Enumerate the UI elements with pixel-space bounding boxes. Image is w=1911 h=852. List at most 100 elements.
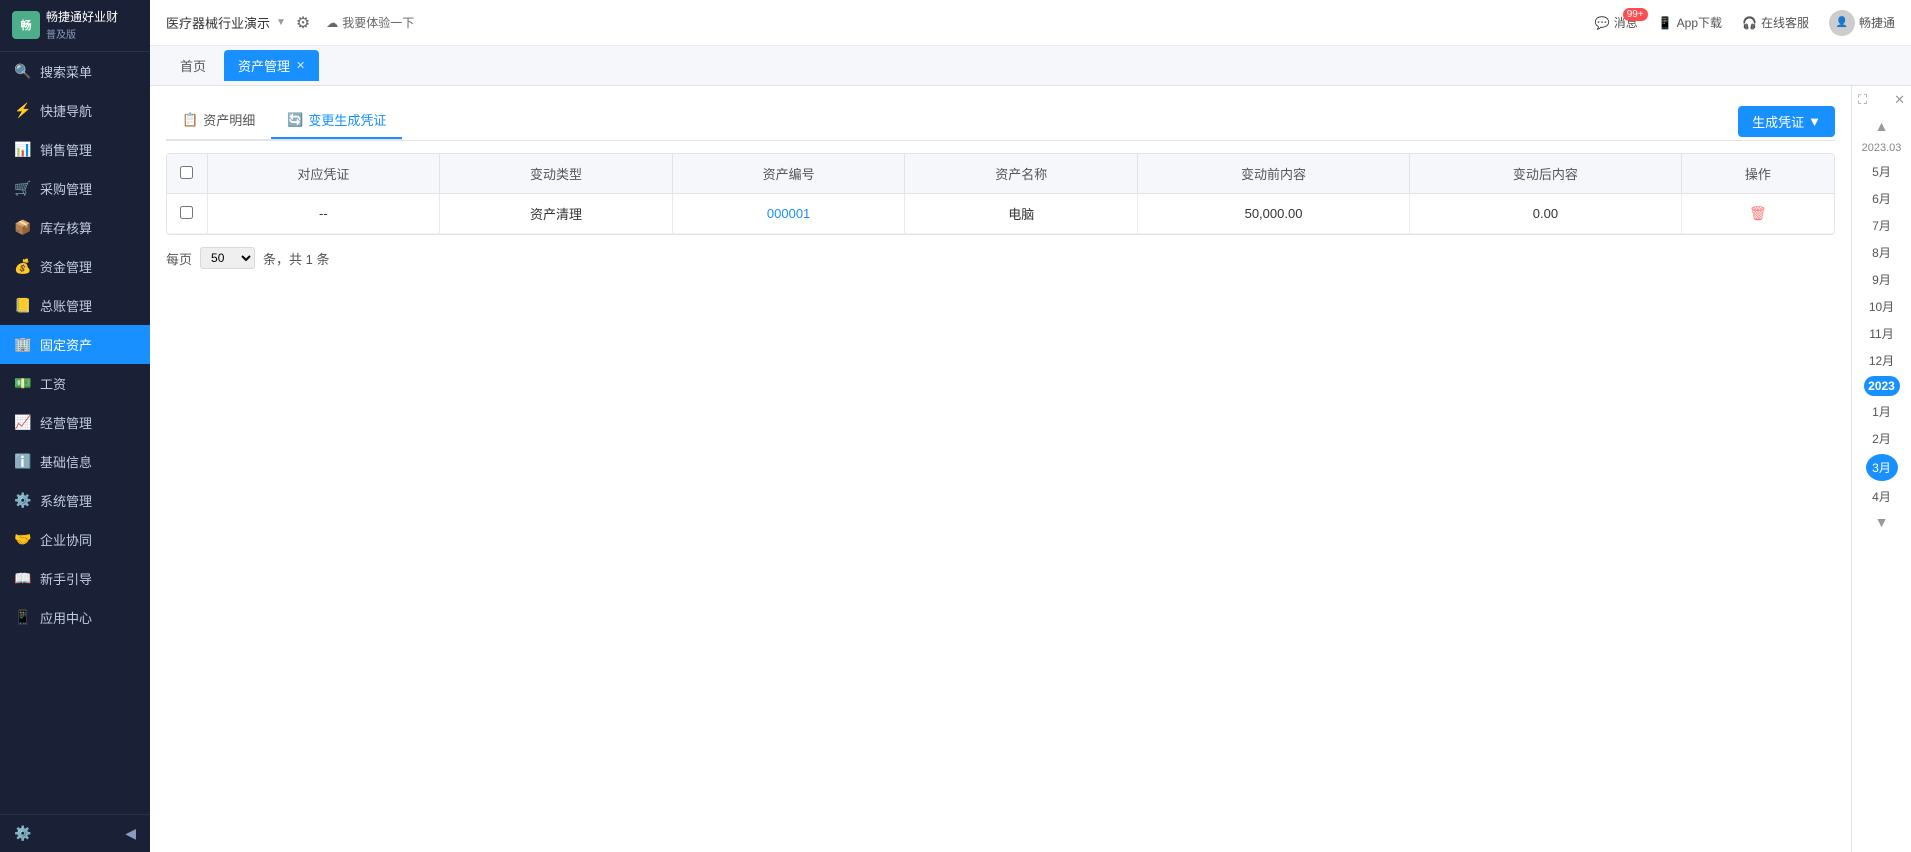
tab-home-label: 首页 bbox=[180, 56, 206, 75]
company-selector[interactable]: 医疗器械行业演示 ▼ bbox=[166, 13, 286, 32]
avatar: 👤 bbox=[1829, 10, 1855, 36]
online-support-button[interactable]: 🎧 在线客服 bbox=[1742, 14, 1809, 31]
sidebar-item-system[interactable]: ⚙️ 系统管理 bbox=[0, 481, 150, 520]
sidebar-item-ledger[interactable]: 📒 总账管理 bbox=[0, 286, 150, 325]
settings-bottom-icon[interactable]: ⚙️ bbox=[14, 825, 31, 842]
date-nav-up[interactable]: ▲ bbox=[1871, 114, 1893, 138]
quick-nav-icon: ⚡ bbox=[14, 102, 32, 119]
sidebar-item-label: 采购管理 bbox=[40, 179, 92, 198]
sidebar-item-label: 系统管理 bbox=[40, 491, 92, 510]
sidebar-item-label: 总账管理 bbox=[40, 296, 92, 315]
date-month-7[interactable]: 7月 bbox=[1852, 212, 1911, 239]
ledger-icon: 📒 bbox=[14, 297, 32, 314]
sidebar-item-management[interactable]: 📈 经营管理 bbox=[0, 403, 150, 442]
date-sidebar-expand-icon[interactable]: ⛶ bbox=[1858, 92, 1867, 108]
messages-badge: 99+ bbox=[1623, 8, 1648, 21]
sidebar-item-quick-nav[interactable]: ⚡ 快捷导航 bbox=[0, 91, 150, 130]
date-sidebar-close-icon[interactable]: ✕ bbox=[1894, 92, 1905, 108]
date-month-5[interactable]: 5月 bbox=[1852, 158, 1911, 185]
row-checkbox-cell bbox=[167, 194, 207, 234]
sidebar-item-payroll[interactable]: 💵 工资 bbox=[0, 364, 150, 403]
app-download-button[interactable]: 📱 App下载 bbox=[1658, 14, 1722, 31]
table-row: -- 资产清理 000001 电脑 50,000.00 0.00 🗑 bbox=[167, 194, 1834, 234]
sidebar-item-fund[interactable]: 💰 资金管理 bbox=[0, 247, 150, 286]
messages-button[interactable]: 💬 消息 99+ bbox=[1595, 14, 1638, 31]
date-month-3[interactable]: 3月 bbox=[1866, 454, 1898, 481]
row-checkbox[interactable] bbox=[180, 206, 193, 219]
date-year-2023[interactable]: 2023 bbox=[1864, 376, 1900, 396]
tab-bar: 首页 资产管理 ✕ bbox=[150, 46, 1911, 86]
sidebar: 畅 畅捷通好业财 普及版 🔍 搜索菜单 ⚡ 快捷导航 📊 销售管理 🛒 采购管理… bbox=[0, 0, 150, 852]
experience-label: 我要体验一下 bbox=[342, 14, 414, 31]
user-profile[interactable]: 👤 畅捷通 bbox=[1829, 10, 1895, 36]
tab-asset-label: 资产管理 bbox=[238, 56, 290, 75]
asset-table: 对应凭证 变动类型 资产编号 资产名称 变动前内容 变动后内容 操作 bbox=[167, 154, 1834, 234]
tab-close-icon[interactable]: ✕ bbox=[296, 59, 305, 72]
date-month-6[interactable]: 6月 bbox=[1852, 185, 1911, 212]
generate-voucher-button[interactable]: 生成凭证 ▼ bbox=[1738, 106, 1835, 137]
delete-icon[interactable]: 🗑 bbox=[1749, 205, 1767, 221]
message-icon: 💬 bbox=[1595, 16, 1610, 30]
cell-action: 🗑 bbox=[1681, 194, 1834, 234]
basic-info-icon: ℹ️ bbox=[14, 453, 32, 470]
date-month-9[interactable]: 9月 bbox=[1852, 266, 1911, 293]
date-sidebar: ⛶ ✕ ▲ 2023.03 5月 6月 7月 8月 9月 10月 11月 12月… bbox=[1851, 86, 1911, 852]
header-checkbox-cell bbox=[167, 154, 207, 194]
sidebar-item-enterprise[interactable]: 🤝 企业协同 bbox=[0, 520, 150, 559]
sub-tabs: 📋 资产明细 🔄 变更生成凭证 bbox=[166, 102, 402, 140]
sidebar-item-guide[interactable]: 📖 新手引导 bbox=[0, 559, 150, 598]
cell-change-type: 资产清理 bbox=[440, 194, 673, 234]
date-month-1[interactable]: 1月 bbox=[1852, 398, 1911, 425]
sidebar-item-purchase[interactable]: 🛒 采购管理 bbox=[0, 169, 150, 208]
management-icon: 📈 bbox=[14, 414, 32, 431]
date-month-10[interactable]: 10月 bbox=[1852, 293, 1911, 320]
sub-tab-change-voucher-label: 变更生成凭证 bbox=[308, 110, 386, 129]
sidebar-item-search[interactable]: 🔍 搜索菜单 bbox=[0, 52, 150, 91]
sidebar-item-label: 企业协同 bbox=[40, 530, 92, 549]
sales-icon: 📊 bbox=[14, 141, 32, 158]
date-month-11[interactable]: 11月 bbox=[1852, 320, 1911, 347]
header-asset-code: 资产编号 bbox=[672, 154, 905, 194]
header-before-change: 变动前内容 bbox=[1138, 154, 1410, 194]
sub-tab-change-voucher[interactable]: 🔄 变更生成凭证 bbox=[271, 102, 402, 139]
per-page-select[interactable]: 50 10 20 100 bbox=[200, 247, 255, 269]
date-header: ▲ bbox=[1871, 114, 1893, 138]
select-all-checkbox[interactable] bbox=[180, 166, 193, 179]
experience-button[interactable]: ☁ 我要体验一下 bbox=[326, 14, 414, 31]
sidebar-item-inventory[interactable]: 📦 库存核算 bbox=[0, 208, 150, 247]
header-settings-icon[interactable]: ⚙ bbox=[296, 13, 310, 33]
sidebar-item-basic-info[interactable]: ℹ️ 基础信息 bbox=[0, 442, 150, 481]
content-area: 📋 资产明细 🔄 变更生成凭证 生成凭证 ▼ bbox=[150, 86, 1911, 852]
search-nav-icon: 🔍 bbox=[14, 63, 32, 80]
header-after-change: 变动后内容 bbox=[1409, 154, 1681, 194]
cell-asset-name: 电脑 bbox=[905, 194, 1138, 234]
enterprise-icon: 🤝 bbox=[14, 531, 32, 548]
sidebar-item-label: 库存核算 bbox=[40, 218, 92, 237]
header-voucher: 对应凭证 bbox=[207, 154, 440, 194]
date-month-2[interactable]: 2月 bbox=[1852, 425, 1911, 452]
pagination: 每页 50 10 20 100 条，共 1 条 bbox=[166, 235, 1835, 273]
sidebar-item-app-center[interactable]: 📱 应用中心 bbox=[0, 598, 150, 637]
date-month-4[interactable]: 4月 bbox=[1852, 483, 1911, 510]
sub-tab-asset-detail[interactable]: 📋 资产明细 bbox=[166, 102, 271, 139]
logo-title: 畅捷通好业财 bbox=[46, 10, 118, 26]
sidebar-item-label: 资金管理 bbox=[40, 257, 92, 276]
sidebar-item-sales[interactable]: 📊 销售管理 bbox=[0, 130, 150, 169]
collapse-icon[interactable]: ◀ bbox=[125, 825, 136, 842]
tab-asset-management[interactable]: 资产管理 ✕ bbox=[224, 50, 319, 81]
date-month-8[interactable]: 8月 bbox=[1852, 239, 1911, 266]
header-change-type: 变动类型 bbox=[440, 154, 673, 194]
generate-voucher-label: 生成凭证 bbox=[1752, 112, 1804, 131]
main-content: 医疗器械行业演示 ▼ ⚙ ☁ 我要体验一下 💬 消息 99+ 📱 App下载 🎧… bbox=[150, 0, 1911, 852]
cell-asset-code[interactable]: 000001 bbox=[672, 194, 905, 234]
total-count-label: 条，共 1 条 bbox=[263, 249, 329, 268]
purchase-icon: 🛒 bbox=[14, 180, 32, 197]
date-month-12[interactable]: 12月 bbox=[1852, 347, 1911, 374]
change-voucher-icon: 🔄 bbox=[287, 112, 303, 128]
cell-after-change: 0.00 bbox=[1409, 194, 1681, 234]
tab-home[interactable]: 首页 bbox=[166, 50, 220, 81]
sidebar-item-fixed-assets[interactable]: 🏢 固定资产 bbox=[0, 325, 150, 364]
header-asset-name: 资产名称 bbox=[905, 154, 1138, 194]
date-nav-down[interactable]: ▼ bbox=[1871, 510, 1893, 534]
asset-detail-icon: 📋 bbox=[182, 112, 198, 128]
